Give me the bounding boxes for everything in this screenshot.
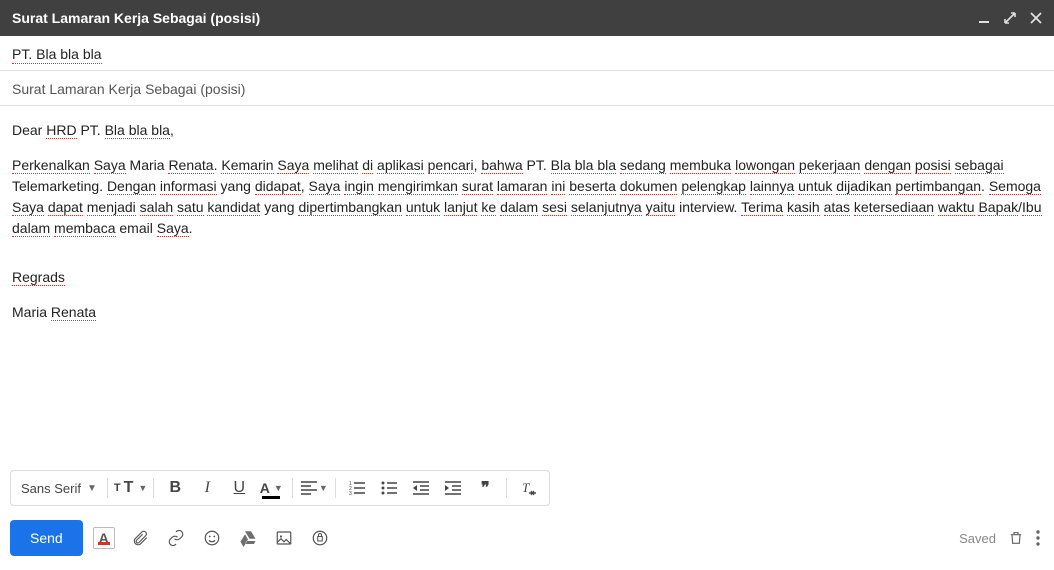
bold-button[interactable]: B [160,473,190,503]
recipient-field[interactable]: PT. Bla bla bla [0,36,1054,71]
drive-icon[interactable] [237,527,259,549]
quote-button[interactable]: ❞ [470,473,500,503]
link-icon[interactable] [165,527,187,549]
attach-icon[interactable] [129,527,151,549]
pop-out-icon[interactable] [1004,12,1016,24]
signature-line: Maria Renata [12,302,1042,323]
bottom-icons: A [93,527,331,549]
align-button[interactable]: ▼ [299,473,329,503]
body-paragraph: Perkenalkan Saya Maria Renata. Kemarin S… [12,155,1042,239]
confidential-icon[interactable] [309,527,331,549]
close-icon[interactable] [1030,12,1042,24]
format-toolbar: Sans Serif ▼ TT▼ B I U A▼ ▼ 123 ❞ [10,470,550,506]
svg-text:T: T [522,480,530,495]
italic-button[interactable]: I [192,473,222,503]
subject-field[interactable]: Surat Lamaran Kerja Sebagai (posisi) [0,71,1054,106]
right-status: Saved [959,529,1040,547]
chevron-down-icon: ▼ [87,483,97,494]
remove-formatting-button[interactable]: T [513,473,543,503]
window-controls [978,12,1042,24]
message-body[interactable]: Dear HRD PT. Bla bla bla, Perkenalkan Sa… [0,106,1054,464]
signature-last: Renata [51,304,96,321]
more-options-icon[interactable] [1036,530,1040,546]
window-title: Surat Lamaran Kerja Sebagai (posisi) [12,10,978,26]
bottom-bar: Send A Saved [0,512,1054,570]
greeting-line: Dear HRD PT. Bla bla bla, [12,120,1042,141]
send-button[interactable]: Send [10,520,83,556]
font-family-select[interactable]: Sans Serif ▼ [17,473,101,503]
formatting-toggle-button[interactable]: A [93,527,115,549]
greeting-hrd: HRD [46,122,76,139]
indent-more-button[interactable] [438,473,468,503]
signoff-line: Regrads [12,267,1042,288]
greeting-mid: PT. [77,122,105,138]
signoff: Regrads [12,269,65,286]
greeting-prefix: Dear [12,122,46,138]
indent-less-button[interactable] [406,473,436,503]
subject-text: Surat Lamaran Kerja Sebagai (posisi) [12,81,245,97]
numbered-list-button[interactable]: 123 [342,473,372,503]
text-color-button[interactable]: A▼ [256,473,286,503]
recipient-chip: PT. Bla bla bla [12,46,102,64]
signature-first: Maria [12,304,51,320]
bullet-list-button[interactable] [374,473,404,503]
underline-button[interactable]: U [224,473,254,503]
saved-label: Saved [959,531,996,546]
compose-header: Surat Lamaran Kerja Sebagai (posisi) [0,0,1054,36]
format-toolbar-wrap: Sans Serif ▼ TT▼ B I U A▼ ▼ 123 ❞ [0,464,1054,512]
minimize-icon[interactable] [978,12,990,24]
svg-text:3: 3 [349,491,352,495]
font-family-label: Sans Serif [21,481,81,496]
discard-icon[interactable] [1008,529,1024,547]
image-icon[interactable] [273,527,295,549]
font-size-select[interactable]: TT▼ [114,473,147,503]
emoji-icon[interactable] [201,527,223,549]
greeting-end: , [170,122,174,138]
greeting-bla: Bla bla bla [105,122,170,139]
